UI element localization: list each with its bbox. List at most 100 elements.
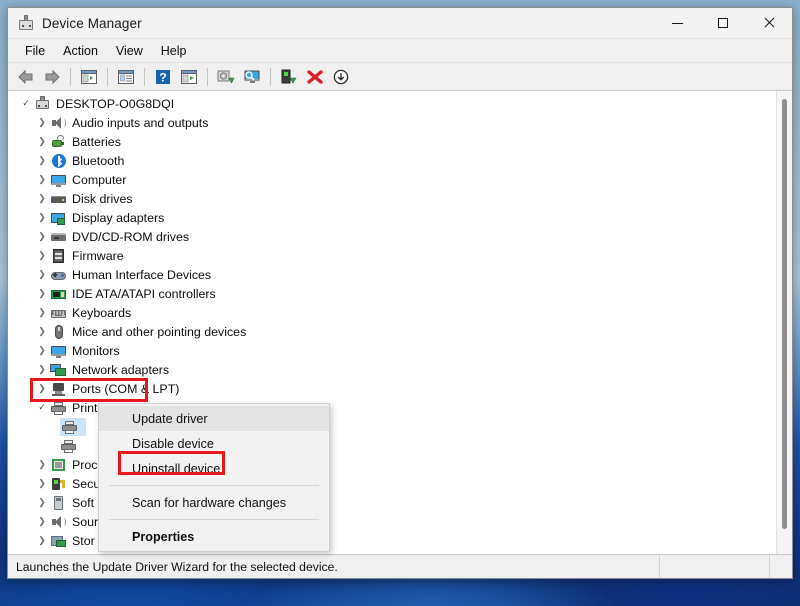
show-hide-console-tree-icon	[81, 69, 97, 84]
properties-button[interactable]	[114, 65, 138, 89]
tree-item-ide-ata-atapi-controllers[interactable]: ❯ IDE ATA/ATAPI controllers	[8, 284, 792, 303]
context-menu-separator	[109, 485, 319, 486]
help-button[interactable]: ?	[151, 65, 175, 89]
keyboard-icon	[50, 305, 67, 321]
minimize-button[interactable]	[654, 8, 700, 39]
chevron-right-icon[interactable]: ❯	[34, 478, 50, 489]
chevron-right-icon[interactable]: ❯	[34, 117, 50, 128]
context-menu-item-disable-device[interactable]: Disable device	[99, 431, 329, 456]
tree-item-firmware[interactable]: ❯ Firmware	[8, 246, 792, 265]
tree-item-label: Soft	[72, 495, 95, 510]
toolbar-separator	[144, 67, 145, 86]
desktop-wallpaper: Device Manager File Action View Help ? ✓…	[0, 0, 800, 606]
uninstall-device-button[interactable]	[303, 65, 327, 89]
tree-item-dvd-cd-rom-drives[interactable]: ❯ DVD/CD-ROM drives	[8, 227, 792, 246]
show-hide-console-tree-button[interactable]	[77, 65, 101, 89]
show-hide-action-pane-button[interactable]	[177, 65, 201, 89]
update-driver-button[interactable]	[214, 65, 238, 89]
chevron-right-icon[interactable]: ❯	[34, 155, 50, 166]
back-button[interactable]	[14, 65, 38, 89]
scan-for-hardware-changes-button[interactable]	[240, 65, 264, 89]
chevron-down-icon[interactable]: ✓	[18, 98, 34, 109]
gamepad-icon	[50, 267, 67, 283]
chevron-right-icon[interactable]: ❯	[34, 212, 50, 223]
chevron-right-icon[interactable]: ❯	[34, 535, 50, 546]
disable-device-button[interactable]	[329, 65, 353, 89]
tree-item-label: DVD/CD-ROM drives	[72, 229, 190, 244]
maximize-icon	[718, 18, 728, 28]
tree-item-network-adapters[interactable]: ❯ Network adapters	[8, 360, 792, 379]
chevron-right-icon[interactable]: ❯	[34, 231, 50, 242]
computer-icon	[34, 95, 51, 112]
chevron-right-icon[interactable]: ❯	[34, 383, 50, 394]
chevron-right-icon[interactable]: ❯	[34, 136, 50, 147]
chevron-right-icon[interactable]: ❯	[34, 554, 50, 555]
tree-item-label: Batteries	[72, 134, 121, 149]
battery-icon	[50, 134, 67, 150]
tree-item-root[interactable]: ✓ DESKTOP-O0G8DQI	[8, 94, 792, 113]
network-adapter-icon	[50, 362, 67, 378]
system-device-icon	[50, 552, 67, 555]
storage-controller-icon	[50, 533, 67, 549]
context-menu-item-properties[interactable]: Properties	[99, 524, 329, 549]
context-menu-item-uninstall-device[interactable]: Uninstall device	[99, 456, 329, 481]
chevron-down-icon[interactable]: ✓	[34, 402, 50, 413]
tree-item-display-adapters[interactable]: ❯ Display adapters	[8, 208, 792, 227]
minimize-icon	[671, 22, 683, 24]
tree-item-keyboards[interactable]: ❯ Keyboards	[8, 303, 792, 322]
disable-device-icon	[333, 69, 349, 84]
context-menu-item-scan-for-hardware-changes[interactable]: Scan for hardware changes	[99, 490, 329, 515]
chevron-right-icon[interactable]: ❯	[34, 250, 50, 261]
tree-item-label: Computer	[72, 172, 127, 187]
toolbar: ?	[8, 63, 792, 91]
tree-item-label: Secu	[72, 476, 101, 491]
chevron-right-icon[interactable]: ❯	[34, 345, 50, 356]
tree-item-label: Keyboards	[72, 305, 132, 320]
chevron-right-icon[interactable]: ❯	[34, 269, 50, 280]
tree-item-monitors[interactable]: ❯ Monitors	[8, 341, 792, 360]
menu-action[interactable]: Action	[54, 41, 107, 61]
security-device-icon	[50, 476, 67, 492]
update-driver-icon	[217, 70, 235, 84]
vertical-scrollbar[interactable]	[776, 91, 792, 554]
tree-item-computer[interactable]: ❯ Computer	[8, 170, 792, 189]
chevron-right-icon[interactable]: ❯	[34, 193, 50, 204]
chevron-right-icon[interactable]: ❯	[34, 497, 50, 508]
back-icon	[18, 69, 33, 84]
tree-item-label: Ports (COM & LPT)	[72, 381, 180, 396]
tree-item-label: IDE ATA/ATAPI controllers	[72, 286, 216, 301]
tree-item-label: Firmware	[72, 248, 124, 263]
close-button[interactable]	[746, 8, 792, 39]
tree-item-batteries[interactable]: ❯ Batteries	[8, 132, 792, 151]
enable-device-button[interactable]	[277, 65, 301, 89]
status-panel-secondary	[660, 555, 770, 578]
menu-view[interactable]: View	[107, 41, 152, 61]
tree-item-label: Monitors	[72, 343, 120, 358]
tree-item-ports-com-and-lpt[interactable]: ❯ Ports (COM & LPT)	[8, 379, 792, 398]
chevron-right-icon[interactable]: ❯	[34, 459, 50, 470]
toolbar-separator	[70, 67, 71, 86]
tree-item-label: Proc	[72, 457, 98, 472]
chevron-right-icon[interactable]: ❯	[34, 307, 50, 318]
chevron-right-icon[interactable]: ❯	[34, 174, 50, 185]
firmware-icon	[50, 248, 67, 264]
menu-help[interactable]: Help	[152, 41, 196, 61]
chevron-right-icon[interactable]: ❯	[34, 288, 50, 299]
context-menu-item-update-driver[interactable]: Update driver	[99, 406, 329, 431]
tree-item-mice-and-other-pointing-devices[interactable]: ❯ Mice and other pointing devices	[8, 322, 792, 341]
context-menu[interactable]: Update driver Disable device Uninstall d…	[98, 403, 330, 552]
maximize-button[interactable]	[700, 8, 746, 39]
tree-item-label: Mice and other pointing devices	[72, 324, 247, 339]
chevron-right-icon[interactable]: ❯	[34, 326, 50, 337]
tree-item-audio-inputs-and-outputs[interactable]: ❯ Audio inputs and outputs	[8, 113, 792, 132]
scrollbar-thumb[interactable]	[782, 99, 787, 529]
tree-item-bluetooth[interactable]: ❯ Bluetooth	[8, 151, 792, 170]
tree-item-human-interface-devices[interactable]: ❯ Human Interface Devices	[8, 265, 792, 284]
chevron-right-icon[interactable]: ❯	[34, 516, 50, 527]
processor-icon	[50, 457, 67, 473]
chevron-right-icon[interactable]: ❯	[34, 364, 50, 375]
menu-bar: File Action View Help	[8, 39, 792, 63]
tree-item-disk-drives[interactable]: ❯ Disk drives	[8, 189, 792, 208]
menu-file[interactable]: File	[16, 41, 54, 61]
forward-button[interactable]	[40, 65, 64, 89]
